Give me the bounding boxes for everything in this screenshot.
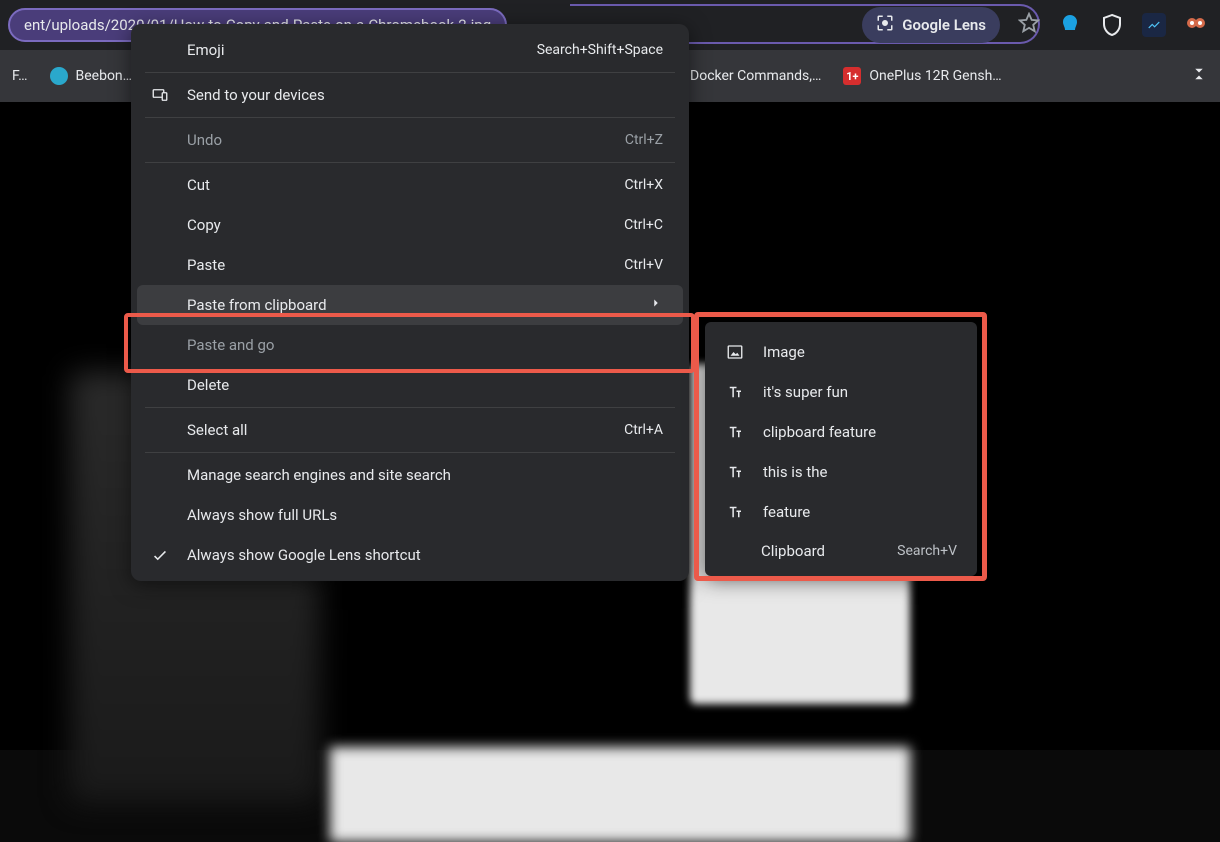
menu-shortcut: Ctrl+V <box>624 257 663 273</box>
menu-shortcut: Ctrl+C <box>624 217 663 233</box>
bookmark-label: OnePlus 12R Gensh… <box>869 68 1001 84</box>
menu-item-delete[interactable]: Delete <box>131 365 689 405</box>
image-icon <box>725 342 745 362</box>
bookmark-item[interactable]: F… <box>12 68 28 84</box>
text-icon <box>725 462 745 482</box>
extension-icon-1[interactable] <box>1058 13 1082 37</box>
blank-icon <box>149 374 171 396</box>
text-icon <box>725 382 745 402</box>
menu-item-copy[interactable]: Copy Ctrl+C <box>131 205 689 245</box>
menu-label: Undo <box>187 131 609 149</box>
clipboard-footer-shortcut: Search+V <box>897 543 957 559</box>
context-menu: Emoji Search+Shift+Space Send to your de… <box>131 24 689 581</box>
menu-item-undo: Undo Ctrl+Z <box>131 120 689 160</box>
extension-icon-2[interactable] <box>1100 13 1124 37</box>
blank-icon <box>149 254 171 276</box>
omnibox-actions: Google Lens <box>862 6 1208 44</box>
menu-label: Delete <box>187 376 663 394</box>
blurred-region <box>330 747 910 842</box>
blank-icon <box>149 39 171 61</box>
menu-label: Emoji <box>187 41 521 59</box>
menu-item-lens-shortcut[interactable]: Always show Google Lens shortcut <box>131 535 689 575</box>
lens-label: Google Lens <box>902 16 986 34</box>
menu-divider <box>145 72 675 73</box>
bookmark-label: Docker Commands,… <box>690 68 821 84</box>
menu-label: Manage search engines and site search <box>187 466 663 484</box>
menu-divider <box>145 452 675 453</box>
google-lens-button[interactable]: Google Lens <box>862 7 1000 43</box>
menu-shortcut: Ctrl+A <box>624 422 663 438</box>
menu-divider <box>145 162 675 163</box>
menu-label: Copy <box>187 216 608 234</box>
menu-label: Always show Google Lens shortcut <box>187 546 663 564</box>
clipboard-item-label: it's super fun <box>763 383 957 401</box>
clipboard-item-label: this is the <box>763 463 957 481</box>
clipboard-item-image[interactable]: Image <box>705 332 977 372</box>
menu-item-cut[interactable]: Cut Ctrl+X <box>131 165 689 205</box>
clipboard-item-text[interactable]: this is the <box>705 452 977 492</box>
text-icon <box>725 502 745 522</box>
menu-item-paste-and-go: Paste and go <box>131 325 689 365</box>
menu-label: Send to your devices <box>187 86 663 104</box>
extension-icon-4[interactable] <box>1184 13 1208 37</box>
clipboard-item-text[interactable]: it's super fun <box>705 372 977 412</box>
clipboard-item-text[interactable]: feature <box>705 492 977 532</box>
check-icon <box>149 544 171 566</box>
menu-label: Paste and go <box>187 336 663 354</box>
blank-icon <box>149 464 171 486</box>
menu-item-send-devices[interactable]: Send to your devices <box>131 75 689 115</box>
clipboard-item-label: Image <box>763 343 957 361</box>
menu-shortcut: Ctrl+X <box>624 177 663 193</box>
blank-icon <box>149 419 171 441</box>
clipboard-item-text[interactable]: clipboard feature <box>705 412 977 452</box>
blank-icon <box>149 129 171 151</box>
clipboard-footer[interactable]: Clipboard Search+V <box>705 532 977 566</box>
clipboard-submenu: Image it's super fun clipboard feature t… <box>705 322 977 576</box>
menu-item-manage-search[interactable]: Manage search engines and site search <box>131 455 689 495</box>
text-icon <box>725 422 745 442</box>
menu-label: Paste from clipboard <box>187 296 633 314</box>
menu-divider <box>145 117 675 118</box>
blank-icon <box>149 294 171 316</box>
menu-shortcut: Search+Shift+Space <box>537 42 663 58</box>
menu-item-select-all[interactable]: Select all Ctrl+A <box>131 410 689 450</box>
menu-item-full-urls[interactable]: Always show full URLs <box>131 495 689 535</box>
clipboard-item-label: feature <box>763 503 957 521</box>
chevron-right-icon <box>649 296 663 314</box>
bookmark-item[interactable]: 1+ OnePlus 12R Gensh… <box>843 67 1001 85</box>
menu-shortcut: Ctrl+Z <box>625 132 663 148</box>
blank-icon <box>149 214 171 236</box>
menu-item-paste-from-clipboard[interactable]: Paste from clipboard <box>137 285 683 325</box>
clipboard-footer-label: Clipboard <box>761 542 825 560</box>
blank-icon <box>149 174 171 196</box>
blank-icon <box>149 504 171 526</box>
blank-icon <box>149 334 171 356</box>
bookmark-label: Beebon… <box>76 68 133 84</box>
devices-icon <box>149 84 171 106</box>
menu-label: Paste <box>187 256 608 274</box>
bookmark-star-icon[interactable] <box>1018 12 1040 38</box>
menu-label: Cut <box>187 176 608 194</box>
bookmark-label: F… <box>12 68 28 84</box>
bookmarks-overflow-button[interactable] <box>1190 65 1208 87</box>
menu-item-emoji[interactable]: Emoji Search+Shift+Space <box>131 30 689 70</box>
menu-label: Select all <box>187 421 608 439</box>
menu-item-paste[interactable]: Paste Ctrl+V <box>131 245 689 285</box>
bookmark-item[interactable]: Beebon… <box>50 67 133 85</box>
favicon-icon: 1+ <box>843 67 861 85</box>
favicon-icon <box>50 67 68 85</box>
menu-divider <box>145 407 675 408</box>
lens-icon <box>876 14 894 36</box>
clipboard-item-label: clipboard feature <box>763 423 957 441</box>
extension-icon-3[interactable] <box>1142 13 1166 37</box>
menu-label: Always show full URLs <box>187 506 663 524</box>
